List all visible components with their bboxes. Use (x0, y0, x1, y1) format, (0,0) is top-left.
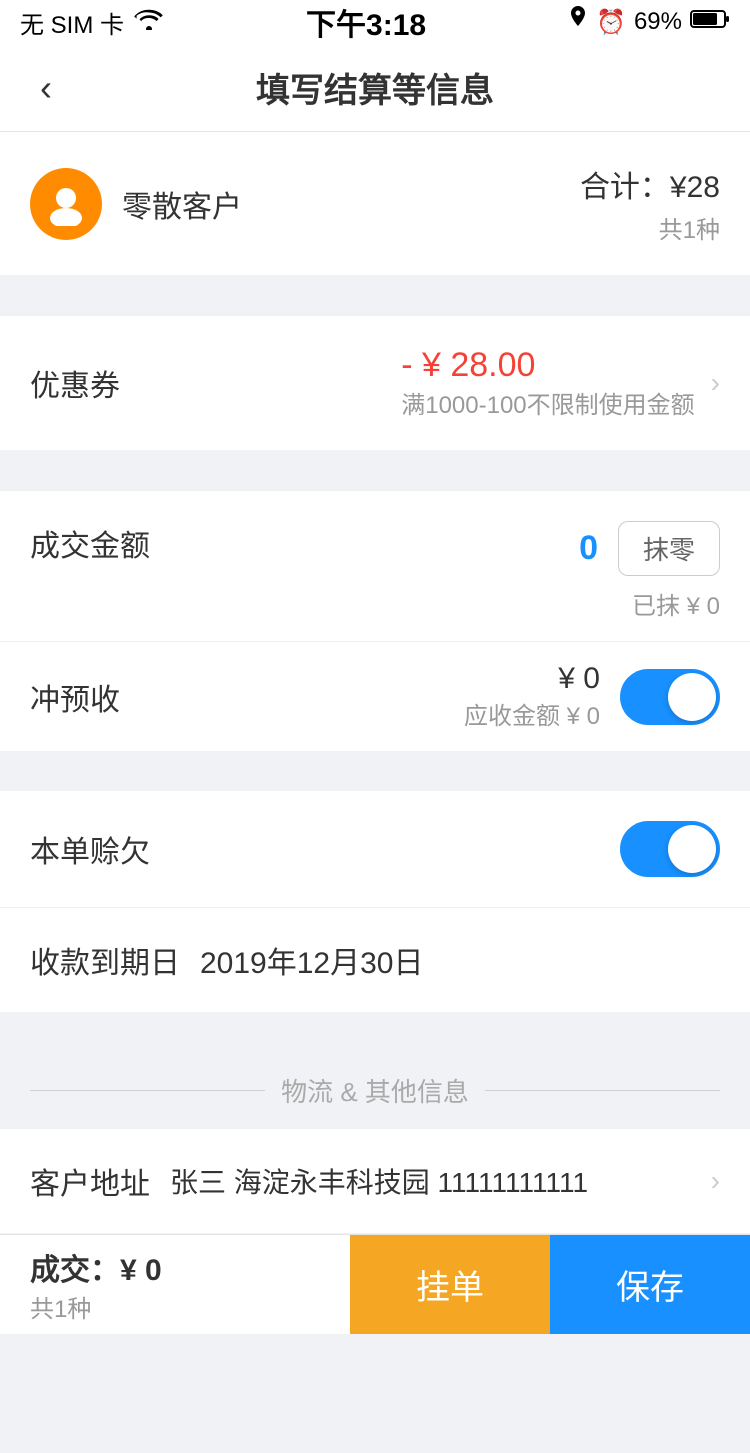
prepay-label: 冲预收 (30, 675, 120, 719)
nav-bar: ‹ 填写结算等信息 (0, 44, 750, 132)
prepay-right: ¥ 0 应收金额 ¥ 0 (464, 662, 720, 731)
bottom-deal-text: 成交： (30, 1254, 120, 1287)
debt-row: 本单赊欠 (0, 791, 750, 907)
back-button[interactable]: ‹ (30, 57, 62, 119)
separator-2 (0, 470, 750, 490)
bottom-count: 共1种 (30, 1289, 320, 1324)
bottom-info: 成交：¥ 0 共1种 (0, 1235, 350, 1334)
logistics-line-left (30, 1090, 265, 1091)
page-title: 填写结算等信息 (256, 63, 494, 112)
battery-icon (690, 8, 730, 37)
debt-section: 本单赊欠 收款到期日 2019年12月30日 (0, 791, 750, 1012)
wifi-icon (134, 8, 164, 37)
deal-subtext: 已抹 ¥ 0 (0, 586, 750, 641)
battery-level: 69% (634, 8, 682, 36)
separator-4 (0, 1032, 750, 1052)
alarm-icon: ⏰ (596, 8, 626, 37)
total-count: 共1种 (580, 210, 720, 245)
bottom-deal-value: ¥ 0 (120, 1254, 162, 1287)
bottom-bar: 成交：¥ 0 共1种 挂单 保存 (0, 1234, 750, 1334)
coupon-label: 优惠券 (30, 361, 120, 405)
due-label: 收款到期日 (30, 938, 180, 982)
coupon-row[interactable]: 优惠券 - ¥ 28.00 满1000-100不限制使用金额 › (0, 315, 750, 450)
customer-total: 合计：¥28 共1种 (580, 162, 720, 245)
separator-1 (0, 295, 750, 315)
location-icon (568, 6, 588, 39)
toggle-knob (668, 673, 716, 721)
due-date-row: 收款到期日 2019年12月30日 (0, 907, 750, 1012)
logistics-header: 物流 & 其他信息 (0, 1052, 750, 1129)
total-value: 合计：¥28 (580, 162, 720, 206)
deal-section: 成交金额 0 抹零 已抹 ¥ 0 冲预收 ¥ 0 应收金额 ¥ 0 (0, 490, 750, 751)
status-time: 下午3:18 (306, 0, 426, 44)
logistics-label: 物流 & 其他信息 (281, 1072, 469, 1109)
coupon-value: - ¥ 28.00 (401, 346, 694, 385)
deal-label: 成交金额 (30, 521, 150, 565)
coupon-section[interactable]: 优惠券 - ¥ 28.00 满1000-100不限制使用金额 › (0, 315, 750, 450)
separator-3 (0, 771, 750, 791)
round-button[interactable]: 抹零 (618, 521, 720, 576)
coupon-right: - ¥ 28.00 满1000-100不限制使用金额 › (401, 346, 720, 420)
customer-section: 零散客户 合计：¥28 共1种 (0, 132, 750, 275)
prepay-values: ¥ 0 应收金额 ¥ 0 (464, 662, 600, 731)
prepay-row: 冲预收 ¥ 0 应收金额 ¥ 0 (0, 641, 750, 751)
coupon-chevron-icon: › (711, 367, 720, 399)
prepay-main-value: ¥ 0 (464, 662, 600, 696)
deal-amount-row: 成交金额 0 抹零 (0, 490, 750, 586)
address-label: 客户地址 (30, 1159, 150, 1203)
avatar (30, 168, 102, 240)
address-row[interactable]: 客户地址 张三 海淀永丰科技园 11111111111 › (0, 1129, 750, 1233)
status-left: 无 SIM 卡 (20, 5, 164, 40)
deal-right: 0 抹零 (558, 521, 720, 576)
prepay-toggle[interactable] (620, 669, 720, 725)
user-icon (44, 182, 88, 226)
customer-row: 零散客户 合计：¥28 共1种 (0, 132, 750, 275)
address-value: 张三 海淀永丰科技园 11111111111 (150, 1161, 711, 1201)
debt-toggle-knob (668, 825, 716, 873)
customer-name: 零散客户 (122, 182, 242, 226)
due-value[interactable]: 2019年12月30日 (200, 938, 423, 982)
signal-text: 无 SIM 卡 (20, 5, 124, 40)
status-right: ⏰ 69% (568, 6, 730, 39)
debt-toggle[interactable] (620, 821, 720, 877)
customer-info: 零散客户 (30, 168, 242, 240)
save-button[interactable]: 保存 (550, 1235, 750, 1334)
logistics-line-right (485, 1090, 720, 1091)
deal-value[interactable]: 0 (558, 529, 598, 568)
address-section: 客户地址 张三 海淀永丰科技园 11111111111 › (0, 1129, 750, 1233)
coupon-subtext: 满1000-100不限制使用金额 (401, 385, 694, 420)
address-chevron-icon: › (711, 1165, 720, 1197)
bottom-deal-label: 成交：¥ 0 (30, 1245, 320, 1289)
coupon-values: - ¥ 28.00 满1000-100不限制使用金额 (401, 346, 694, 420)
debt-label: 本单赊欠 (30, 827, 150, 871)
pending-button[interactable]: 挂单 (350, 1235, 550, 1334)
status-bar: 无 SIM 卡 下午3:18 ⏰ 69% (0, 0, 750, 44)
prepay-sub-value: 应收金额 ¥ 0 (464, 696, 600, 731)
